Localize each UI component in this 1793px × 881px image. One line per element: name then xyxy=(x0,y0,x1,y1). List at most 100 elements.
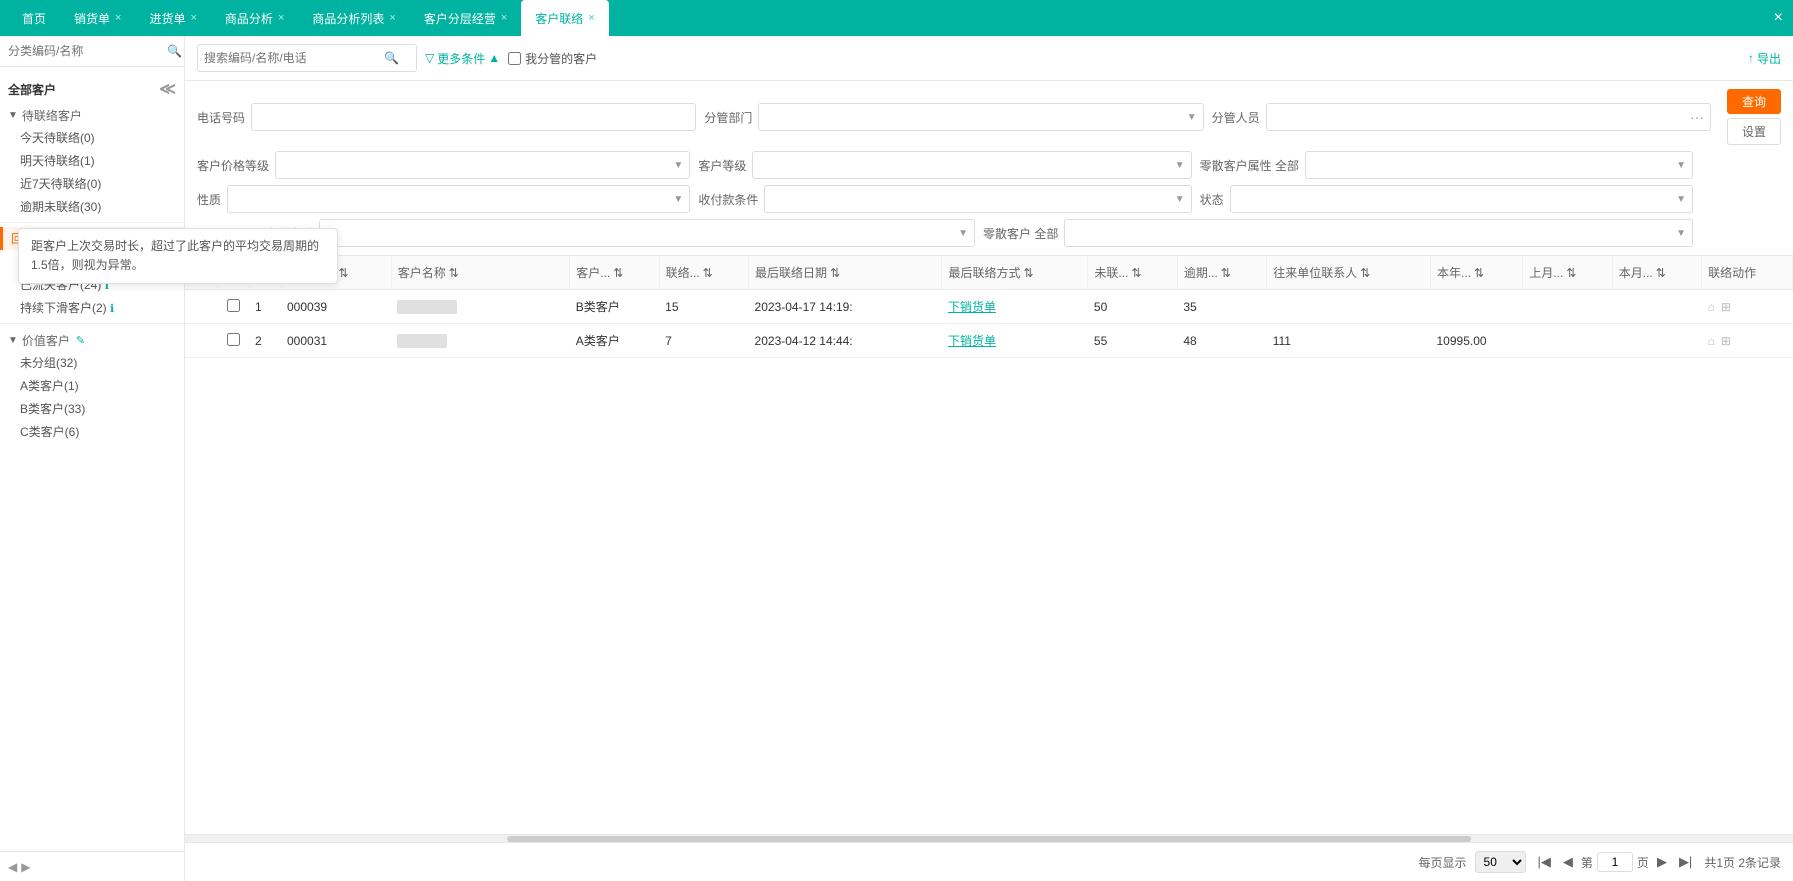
horizontal-scrollbar[interactable] xyxy=(185,834,1793,842)
sidebar-collapse-button[interactable]: ≪ xyxy=(159,79,176,99)
sidebar-item-a-class[interactable]: A类客户(1) xyxy=(0,374,184,397)
td-code-1: 000039 xyxy=(281,290,391,324)
my-customer-filter: 我分管的客户 xyxy=(508,50,597,67)
link-icon-2[interactable]: ⌂ xyxy=(1708,334,1715,348)
sidebar-item-today[interactable]: 今天待联络(0) xyxy=(0,126,184,149)
th-name[interactable]: 客户名称⇅ xyxy=(391,256,570,290)
th-no-contact[interactable]: 未联...⇅ xyxy=(1088,256,1177,290)
th-contact-count[interactable]: 联络...⇅ xyxy=(659,256,748,290)
tab-customer-contact[interactable]: 客户联络 × xyxy=(521,0,608,36)
td-lastmethod-2: 下销货单 xyxy=(942,324,1088,358)
td-check-2 xyxy=(217,324,249,358)
prev-page-button[interactable]: ◀ xyxy=(1559,852,1577,872)
query-button[interactable]: 查询 xyxy=(1727,89,1781,114)
tab-analysis-list[interactable]: 商品分析列表 × xyxy=(298,0,409,36)
td-lastdate-2: 2023-04-12 14:44: xyxy=(749,324,942,358)
th-last-date[interactable]: 最后联络日期⇅ xyxy=(749,256,942,290)
tab-customer-segment[interactable]: 客户分层经营 × xyxy=(410,0,521,36)
tooltip-box: 距客户上次交易时长，超过了此客户的平均交易周期的1.5倍，则视为异常。 xyxy=(18,228,338,284)
last-page-button[interactable]: ▶| xyxy=(1675,852,1696,872)
th-this-year[interactable]: 本年...⇅ xyxy=(1431,256,1523,290)
close-analysis-tab[interactable]: × xyxy=(278,12,284,24)
next-page-button[interactable]: ▶ xyxy=(1653,852,1671,872)
page-label: 第 xyxy=(1581,854,1593,871)
th-overdue[interactable]: 逾期...⇅ xyxy=(1177,256,1266,290)
phone-input[interactable] xyxy=(251,103,696,131)
sidebar-item-overdue[interactable]: 逾期未联络(30) xyxy=(0,195,184,218)
customer-grade-field: 客户等级 ▼ xyxy=(698,151,1191,179)
tab-home[interactable]: 首页 xyxy=(8,0,60,36)
row2-checkbox[interactable] xyxy=(227,333,240,346)
th-related-person[interactable]: 往来单位联系人⇅ xyxy=(1267,256,1431,290)
sidebar: 🔍 全部客户 ≪ ▼ 待联络客户 今天待联络(0) 明天待联络(1) 近7天待联… xyxy=(0,36,185,881)
retail-customer-input[interactable]: ▼ xyxy=(1064,219,1693,247)
window-close-button[interactable]: × xyxy=(1774,9,1783,27)
advanced-filters: 电话号码 分管部门 ▼ 分管人员 ··· 查询 设置 xyxy=(185,81,1793,256)
th-this-month[interactable]: 本月...⇅ xyxy=(1612,256,1701,290)
divider2 xyxy=(0,323,184,324)
td-check-1 xyxy=(217,290,249,324)
value-customer-section[interactable]: ▼ 价值客户 ✎ xyxy=(0,328,184,351)
th-last-month[interactable]: 上月...⇅ xyxy=(1523,256,1612,290)
sidebar-item-7days[interactable]: 近7天待联络(0) xyxy=(0,172,184,195)
close-customer-contact-tab[interactable]: × xyxy=(588,12,594,24)
close-purchase-tab[interactable]: × xyxy=(190,12,196,24)
table-header-row: ⚙ 客户编码⇅ 客户名称⇅ 客户...⇅ 联络...⇅ 最后联络日期⇅ 最后联络… xyxy=(185,256,1793,290)
dept-label: 分管部门 xyxy=(704,109,752,126)
more-filter-button[interactable]: ▽ 更多条件 ▲ xyxy=(425,50,500,67)
page-navigation: |◀ ◀ 第 页 ▶ ▶| xyxy=(1534,852,1697,872)
filter-icon: ▽ xyxy=(425,51,434,65)
close-sales-tab[interactable]: × xyxy=(115,12,121,24)
sort-thismonth-icon: ⇅ xyxy=(1656,266,1666,280)
first-page-button[interactable]: |◀ xyxy=(1534,852,1555,872)
all-customers-label: 全部客户 xyxy=(8,81,56,98)
td-action-1: ⌂ ⊞ xyxy=(1702,290,1793,324)
payment-input[interactable]: ▼ xyxy=(764,185,1191,213)
status-field: 状态 ▼ xyxy=(1200,185,1693,213)
tab-purchase[interactable]: 进货单 × xyxy=(135,0,210,36)
table-row: 1 000039 B类客户 15 2023-04-17 14:19: 下销货单 … xyxy=(185,290,1793,324)
per-page-select[interactable]: 50 100 200 xyxy=(1475,851,1526,873)
th-last-method[interactable]: 最后联络方式⇅ xyxy=(942,256,1088,290)
sidebar-item-c-class[interactable]: C类客户(6) xyxy=(0,420,184,443)
sidebar-search-input[interactable] xyxy=(8,44,163,58)
person-input[interactable]: ··· xyxy=(1266,103,1711,131)
th-level[interactable]: 客户...⇅ xyxy=(570,256,659,290)
sidebar-scroll-right[interactable]: ▶ xyxy=(21,860,30,874)
my-customer-checkbox[interactable] xyxy=(508,52,521,65)
status-input[interactable]: ▼ xyxy=(1230,185,1693,213)
customer-grade-input[interactable]: ▼ xyxy=(752,151,1191,179)
pending-contact-section[interactable]: ▼ 待联络客户 xyxy=(0,103,184,126)
page-label2: 页 xyxy=(1637,854,1649,871)
price-grade-input[interactable]: ▼ xyxy=(275,151,690,179)
grid-icon-1[interactable]: ⊞ xyxy=(1721,300,1731,314)
sidebar-item-b-class[interactable]: B类客户(33) xyxy=(0,397,184,420)
sidebar-scroll-left[interactable]: ◀ xyxy=(8,860,17,874)
tab-analysis[interactable]: 商品分析 × xyxy=(211,0,298,36)
grid-icon-2[interactable]: ⊞ xyxy=(1721,334,1731,348)
content-area: 🔍 ▽ 更多条件 ▲ 我分管的客户 ↑ 导出 电话号码 xyxy=(185,36,1793,881)
page-input[interactable] xyxy=(1597,852,1633,872)
sort-lastmonth-icon: ⇅ xyxy=(1566,266,1576,280)
tab-sales[interactable]: 销货单 × xyxy=(60,0,135,36)
scrollbar-thumb xyxy=(507,836,1472,842)
lastmethod-link-1[interactable]: 下销货单 xyxy=(948,300,996,314)
sidebar-item-tomorrow[interactable]: 明天待联络(1) xyxy=(0,149,184,172)
search-input[interactable] xyxy=(204,51,384,65)
search-icon: 🔍 xyxy=(384,51,399,65)
close-analysis-list-tab[interactable]: × xyxy=(389,12,395,24)
value-customer-edit-icon[interactable]: ✎ xyxy=(76,334,85,347)
nature-input[interactable]: ▼ xyxy=(227,185,690,213)
lastmethod-link-2[interactable]: 下销货单 xyxy=(948,334,996,348)
export-button[interactable]: ↑ 导出 xyxy=(1748,50,1781,67)
retail-attr-input[interactable]: ▼ xyxy=(1305,151,1693,179)
table-scroll-area[interactable]: ⚙ 客户编码⇅ 客户名称⇅ 客户...⇅ 联络...⇅ 最后联络日期⇅ 最后联络… xyxy=(185,256,1793,834)
settings-button[interactable]: 设置 xyxy=(1727,118,1781,145)
close-customer-segment-tab[interactable]: × xyxy=(501,12,507,24)
sidebar-item-declining[interactable]: 持续下滑客户(2) ℹ xyxy=(0,296,184,319)
sidebar-item-ungrouped[interactable]: 未分组(32) xyxy=(0,351,184,374)
dept-input[interactable]: ▼ xyxy=(758,103,1203,131)
row1-checkbox[interactable] xyxy=(227,299,240,312)
link-icon-1[interactable]: ⌂ xyxy=(1708,300,1715,314)
customer-type-input[interactable]: ▼ xyxy=(319,219,975,247)
